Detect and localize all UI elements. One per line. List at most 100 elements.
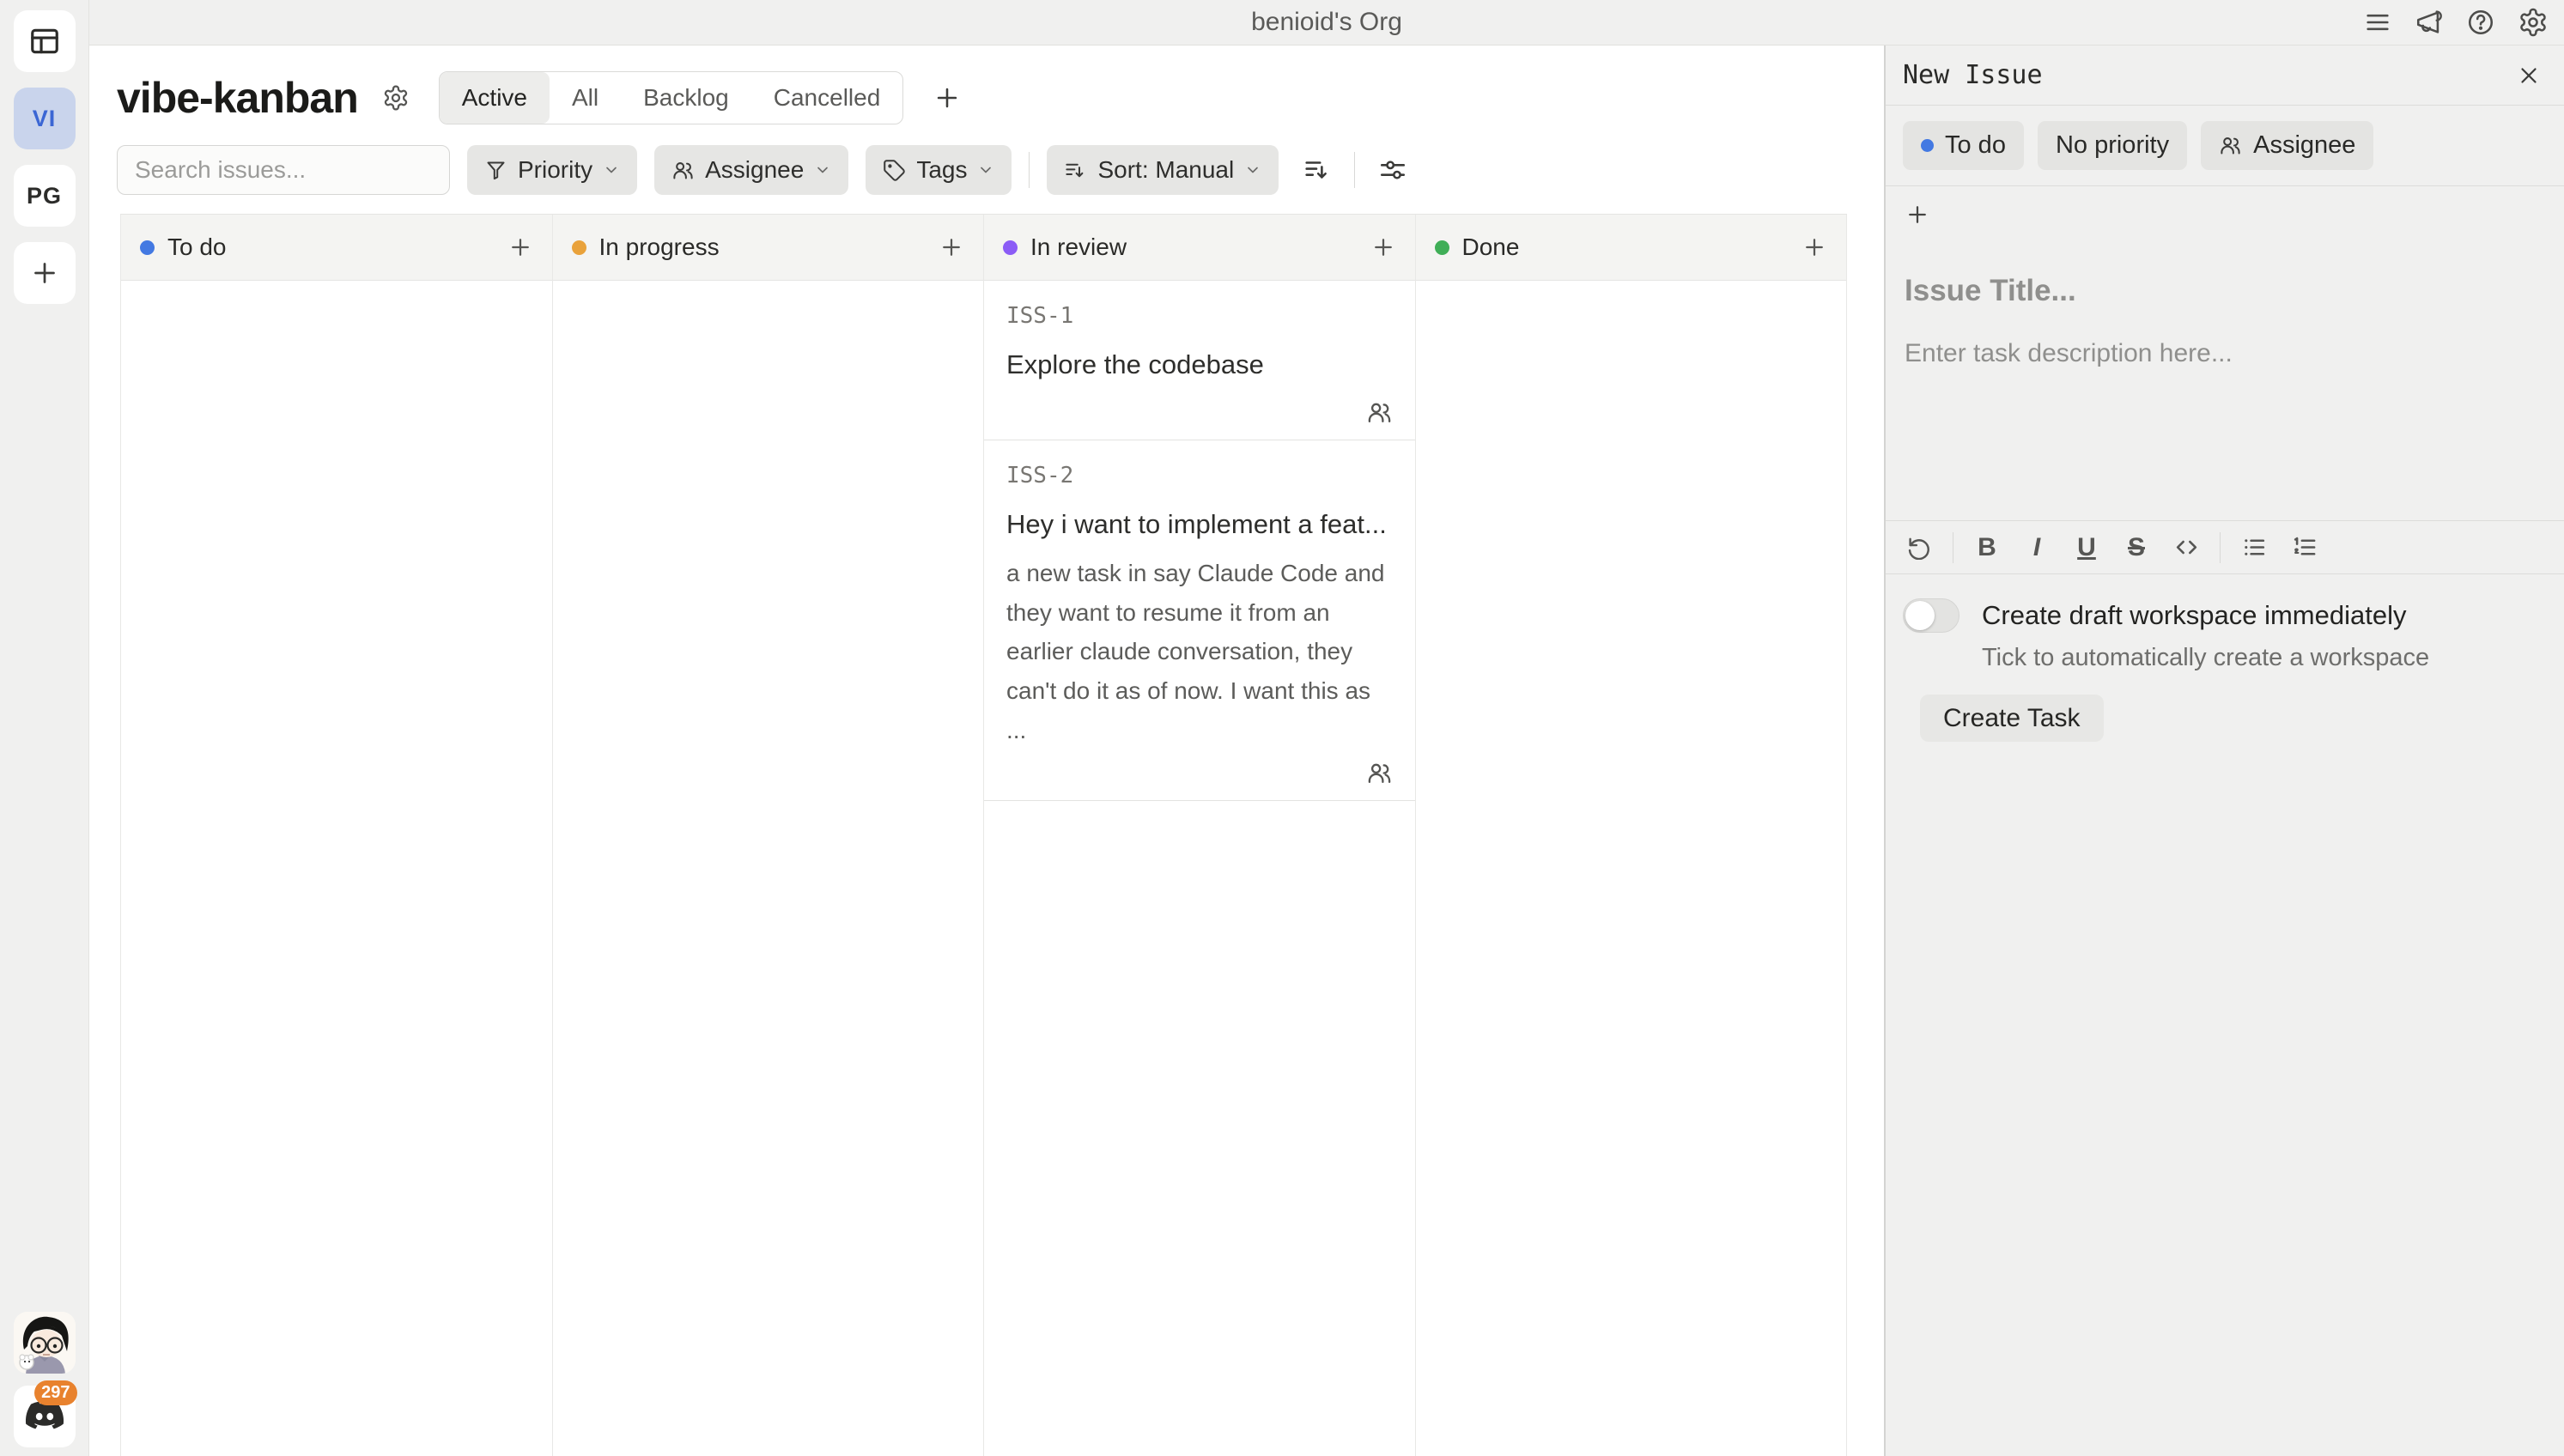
workspace-toggle-section: Create draft workspace immediately Tick …	[1886, 574, 2564, 742]
create-task-button[interactable]: Create Task	[1920, 695, 2104, 742]
display-options-button[interactable]	[1372, 149, 1413, 191]
column-done-header: Done	[1416, 215, 1847, 281]
tab-cancelled[interactable]: Cancelled	[751, 72, 903, 124]
plus-icon	[1905, 202, 1930, 228]
hamburger-menu-icon	[2363, 8, 2392, 37]
tab-active[interactable]: Active	[440, 72, 550, 124]
add-issue-button[interactable]	[1370, 234, 1396, 260]
toggle-knob	[1905, 601, 1935, 630]
discord-button[interactable]: 297	[14, 1386, 76, 1447]
card-assignees-icon[interactable]	[1366, 399, 1393, 426]
plus-icon	[939, 234, 964, 260]
bullet-list-icon	[2241, 534, 2268, 561]
card-assignees-icon[interactable]	[1366, 760, 1393, 786]
numbered-list-icon	[2291, 534, 2318, 561]
column-todo: To do	[121, 215, 553, 1456]
priority-filter-label: Priority	[518, 156, 592, 184]
view-tabs: Active All Backlog Cancelled	[439, 71, 904, 124]
toggle-row: Create draft workspace immediately	[1903, 598, 2543, 633]
megaphone-icon	[2415, 8, 2444, 37]
tab-backlog[interactable]: Backlog	[621, 72, 751, 124]
column-in-progress-header: In progress	[553, 215, 984, 281]
status-dot	[1921, 139, 1934, 152]
assignee-filter-button[interactable]: Assignee	[654, 145, 848, 195]
column-in-progress: In progress	[553, 215, 985, 1456]
help-button[interactable]	[2466, 8, 2495, 37]
gear-icon	[2518, 7, 2549, 38]
underline-button[interactable]: U	[2062, 526, 2111, 569]
plus-icon	[29, 258, 60, 288]
issue-card[interactable]: ISS-1 Explore the codebase	[984, 281, 1415, 440]
announcements-button[interactable]	[2415, 8, 2444, 37]
toolbar-divider	[2220, 532, 2221, 563]
strikethrough-button[interactable]: S	[2111, 526, 2161, 569]
issue-description-input[interactable]: Enter task description here...	[1905, 339, 2545, 368]
card-footer	[1006, 399, 1393, 426]
column-in-progress-body	[553, 281, 984, 1456]
sort-direction-button[interactable]	[1296, 149, 1337, 191]
issue-title-input[interactable]: Issue Title...	[1905, 274, 2545, 308]
bold-button[interactable]: B	[1962, 526, 2012, 569]
tags-filter-button[interactable]: Tags	[866, 145, 1012, 195]
board-main: vibe-kanban Active All Backlog Cancelled…	[89, 46, 1884, 1456]
user-avatar[interactable]	[14, 1312, 76, 1374]
panel-layout-button[interactable]	[14, 10, 76, 72]
column-in-review: In review ISS-1 Explore the codebase	[984, 215, 1416, 1456]
discord-icon	[25, 1401, 64, 1432]
undo-button[interactable]	[1894, 526, 1944, 569]
add-workspace-button[interactable]	[14, 242, 76, 304]
draft-workspace-toggle[interactable]	[1903, 598, 1959, 633]
add-issue-button[interactable]	[1801, 234, 1827, 260]
assignee-chip[interactable]: Assignee	[2201, 121, 2373, 170]
code-icon	[2173, 534, 2200, 561]
bullet-list-button[interactable]	[2229, 526, 2279, 569]
discord-notification-badge: 297	[34, 1380, 76, 1405]
add-issue-button[interactable]	[939, 234, 964, 260]
column-done: Done	[1416, 215, 1848, 1456]
issue-card[interactable]: ISS-2 Hey i want to implement a feat... …	[984, 440, 1415, 801]
workspace-pg-button[interactable]: PG	[14, 165, 76, 227]
issue-id: ISS-1	[1006, 303, 1393, 329]
add-property-button[interactable]	[1905, 202, 1930, 228]
settings-button[interactable]	[2518, 7, 2549, 38]
tab-all[interactable]: All	[550, 72, 621, 124]
plus-icon	[933, 83, 962, 112]
issue-id: ISS-2	[1006, 463, 1393, 488]
panel-title: New Issue	[1903, 60, 2043, 90]
column-status-dot	[572, 240, 586, 255]
search-input[interactable]	[117, 145, 450, 195]
menu-button[interactable]	[2363, 8, 2392, 37]
plus-icon	[1370, 234, 1396, 260]
close-panel-button[interactable]	[2516, 63, 2542, 88]
priority-filter-button[interactable]: Priority	[467, 145, 637, 195]
status-chip[interactable]: To do	[1903, 121, 2024, 170]
project-settings-button[interactable]	[382, 84, 410, 112]
sort-button[interactable]: Sort: Manual	[1047, 145, 1279, 195]
column-status-dot	[1003, 240, 1018, 255]
column-todo-body	[121, 281, 552, 1456]
panel-layout-icon	[28, 25, 61, 58]
users-icon	[671, 159, 695, 182]
project-title: vibe-kanban	[117, 73, 358, 123]
plus-icon	[507, 234, 533, 260]
assignee-filter-label: Assignee	[705, 156, 804, 184]
sliders-icon	[1378, 155, 1407, 185]
users-icon	[2219, 134, 2242, 157]
plus-icon	[1801, 234, 1827, 260]
code-button[interactable]	[2161, 526, 2211, 569]
numbered-list-button[interactable]	[2279, 526, 2329, 569]
sort-label: Sort: Manual	[1097, 156, 1234, 184]
tags-filter-label: Tags	[916, 156, 967, 184]
editor-toolbar: B I U S	[1886, 520, 2564, 574]
workspace-vi-label: VI	[33, 106, 57, 132]
add-view-button[interactable]	[933, 83, 962, 112]
filter-divider	[1029, 152, 1030, 188]
avatar-illustration-icon	[14, 1312, 76, 1374]
issue-editor: Issue Title... Enter task description he…	[1886, 240, 2564, 520]
italic-button[interactable]: I	[2012, 526, 2062, 569]
priority-chip-label: No priority	[2056, 131, 2169, 160]
add-issue-button[interactable]	[507, 234, 533, 260]
workspace-vi-button[interactable]: VI	[14, 88, 76, 149]
kanban-board: To do In progress In review	[120, 214, 1847, 1456]
priority-chip[interactable]: No priority	[2038, 121, 2187, 170]
